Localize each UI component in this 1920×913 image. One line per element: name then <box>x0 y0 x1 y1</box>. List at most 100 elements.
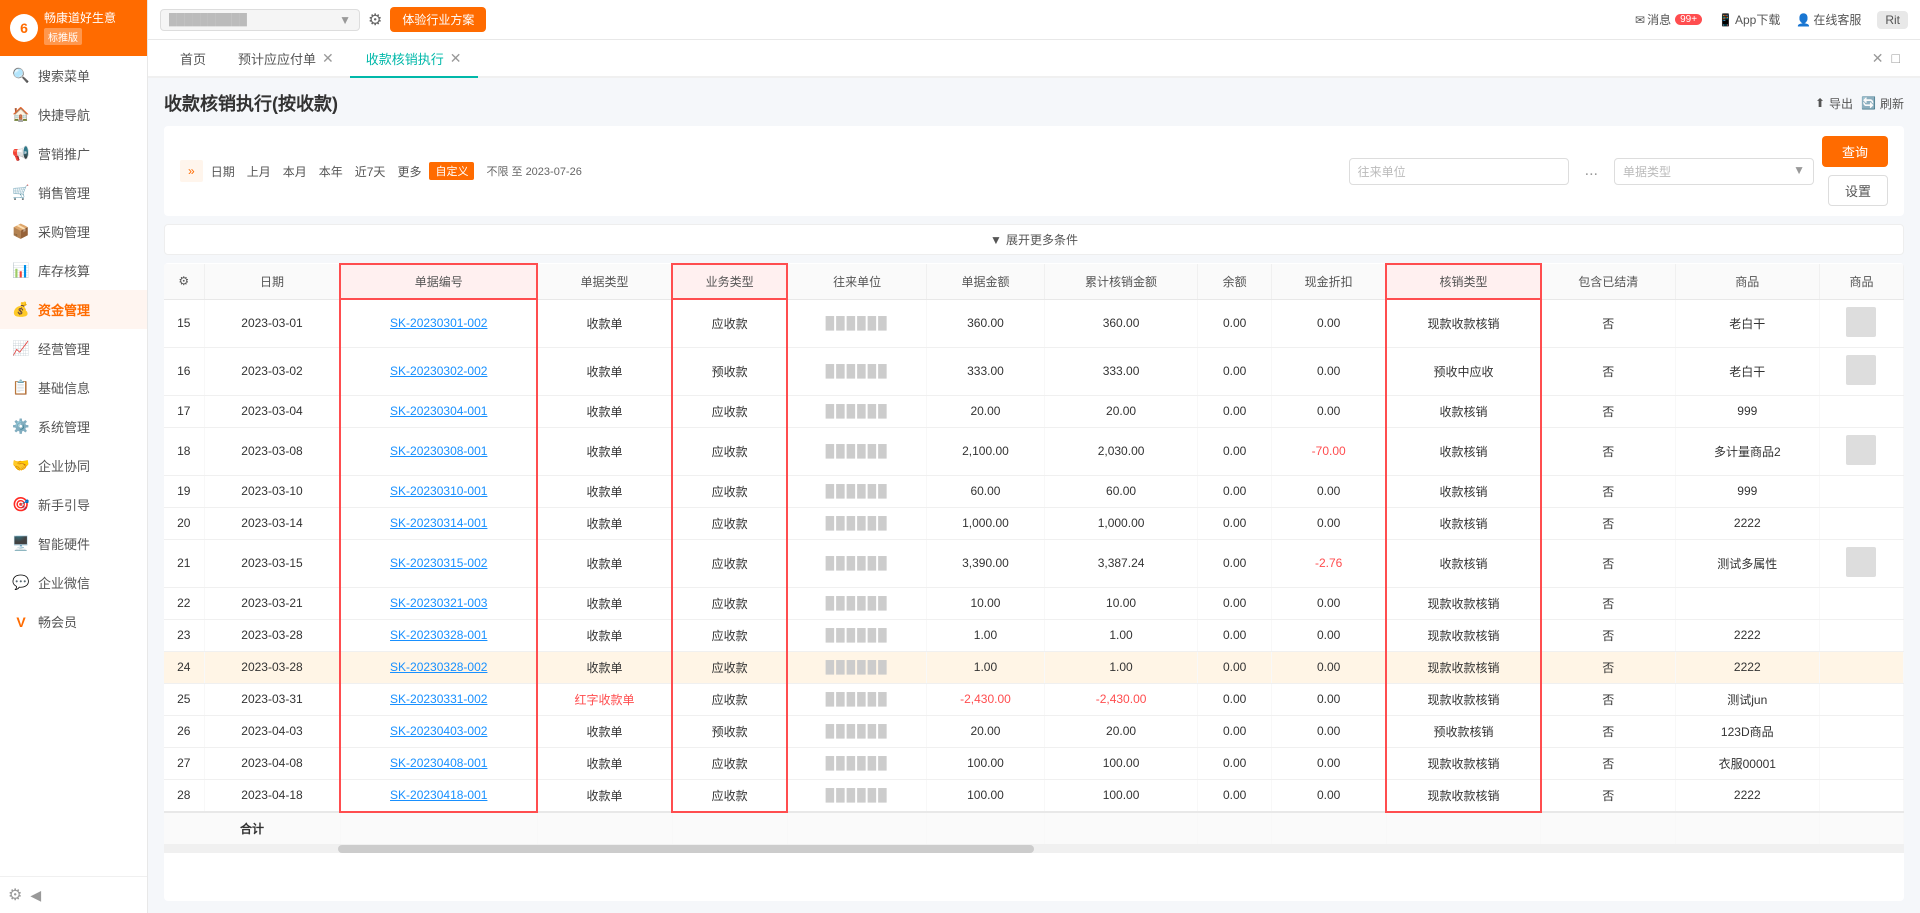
address-bar[interactable]: ██████████ ▼ <box>160 9 360 31</box>
th-settings[interactable]: ⚙ <box>164 264 204 299</box>
cell-bill-no[interactable]: SK-20230304-001 <box>340 395 537 427</box>
table-row[interactable]: 252023-03-31SK-20230331-002红字收款单应收款█████… <box>164 683 1904 715</box>
cell-bill-no[interactable]: SK-20230301-002 <box>340 299 537 347</box>
date-option-more[interactable]: 更多 <box>393 161 425 182</box>
horizontal-scrollbar[interactable] <box>164 845 1904 853</box>
table-row[interactable]: 192023-03-10SK-20230310-001收款单应收款██████6… <box>164 475 1904 507</box>
cell-bill-no[interactable]: SK-20230321-003 <box>340 587 537 619</box>
bill-no-link[interactable]: SK-20230304-001 <box>390 404 487 418</box>
date-option-7days[interactable]: 近7天 <box>351 161 390 182</box>
th-bill-type[interactable]: 单据类型 <box>537 264 672 299</box>
cell-bill-no[interactable]: SK-20230314-001 <box>340 507 537 539</box>
th-amount[interactable]: 单据金额 <box>926 264 1044 299</box>
table-row[interactable]: 172023-03-04SK-20230304-001收款单应收款██████2… <box>164 395 1904 427</box>
date-option-this-month[interactable]: 本月 <box>279 161 311 182</box>
bill-no-link[interactable]: SK-20230328-001 <box>390 628 487 642</box>
sidebar-item-enterprise[interactable]: 🤝 企业协同 <box>0 446 147 485</box>
query-button[interactable]: 查询 <box>1822 136 1888 167</box>
th-discount[interactable]: 现金折扣 <box>1272 264 1386 299</box>
sidebar-item-inventory[interactable]: 📊 库存核算 <box>0 251 147 290</box>
bill-no-link[interactable]: SK-20230308-001 <box>390 444 487 458</box>
cell-bill-no[interactable]: SK-20230331-002 <box>340 683 537 715</box>
th-goods[interactable]: 商品 <box>1675 264 1819 299</box>
tab-home[interactable]: 首页 <box>164 40 222 78</box>
sidebar-item-guide[interactable]: 🎯 新手引导 <box>0 485 147 524</box>
table-row[interactable]: 272023-04-08SK-20230408-001收款单应收款██████1… <box>164 747 1904 779</box>
bill-no-link[interactable]: SK-20230418-001 <box>390 788 487 802</box>
table-row[interactable]: 232023-03-28SK-20230328-001收款单应收款██████1… <box>164 619 1904 651</box>
date-option-this-year[interactable]: 本年 <box>315 161 347 182</box>
bill-no-link[interactable]: SK-20230301-002 <box>390 316 487 330</box>
table-row[interactable]: 242023-03-28SK-20230328-002收款单应收款██████1… <box>164 651 1904 683</box>
table-row[interactable]: 282023-04-18SK-20230418-001收款单应收款██████1… <box>164 779 1904 812</box>
table-row[interactable]: 202023-03-14SK-20230314-001收款单应收款██████1… <box>164 507 1904 539</box>
bill-type-select[interactable]: 单据类型 ▼ <box>1614 158 1814 185</box>
tab-prepay-close[interactable]: ✕ <box>322 50 334 67</box>
refresh-button[interactable]: 🔄 刷新 <box>1861 95 1904 112</box>
cell-bill-no[interactable]: SK-20230408-001 <box>340 747 537 779</box>
bill-no-link[interactable]: SK-20230314-001 <box>390 516 487 530</box>
bill-no-link[interactable]: SK-20230310-001 <box>390 484 487 498</box>
sidebar-item-system[interactable]: ⚙️ 系统管理 <box>0 407 147 446</box>
sidebar-item-finance[interactable]: 💰 资金管理 <box>0 290 147 329</box>
online-service-action[interactable]: 👤 在线客服 <box>1796 11 1861 28</box>
filter-toggle-button[interactable]: » <box>180 160 203 182</box>
th-verify-type[interactable]: 核销类型 <box>1386 264 1541 299</box>
gear-icon[interactable]: ⚙ <box>368 10 382 30</box>
date-option-last-month[interactable]: 上月 <box>243 161 275 182</box>
th-verified[interactable]: 累计核销金额 <box>1045 264 1198 299</box>
sidebar-item-sales[interactable]: 🛒 销售管理 <box>0 173 147 212</box>
bill-no-link[interactable]: SK-20230315-002 <box>390 556 487 570</box>
tab-receipt-close[interactable]: ✕ <box>450 50 462 67</box>
th-date[interactable]: 日期 <box>204 264 340 299</box>
cell-bill-no[interactable]: SK-20230315-002 <box>340 539 537 587</box>
settings-button[interactable]: 设置 <box>1828 175 1888 206</box>
sidebar-item-member[interactable]: V 畅会员 <box>0 602 147 641</box>
sidebar-item-basic[interactable]: 📋 基础信息 <box>0 368 147 407</box>
table-row[interactable]: 152023-03-01SK-20230301-002收款单应收款██████3… <box>164 299 1904 347</box>
sidebar-item-operation[interactable]: 📈 经营管理 <box>0 329 147 368</box>
expand-conditions-bar[interactable]: ▼ 展开更多条件 <box>164 224 1904 255</box>
sidebar-item-hardware[interactable]: 🖥️ 智能硬件 <box>0 524 147 563</box>
tab-prepay[interactable]: 预计应应付单 ✕ <box>222 40 350 78</box>
user-avatar[interactable]: Rit <box>1877 11 1908 29</box>
th-balance[interactable]: 余额 <box>1198 264 1272 299</box>
sidebar-item-quick-nav[interactable]: 🏠 快捷导航 <box>0 95 147 134</box>
tab-receipt-verify[interactable]: 收款核销执行 ✕ <box>350 40 478 78</box>
bill-no-link[interactable]: SK-20230321-003 <box>390 596 487 610</box>
industry-solution-button[interactable]: 体验行业方案 <box>390 7 486 32</box>
bill-no-link[interactable]: SK-20230331-002 <box>390 692 487 706</box>
th-bill-no[interactable]: 单据编号 <box>340 264 537 299</box>
message-action[interactable]: ✉ 消息 99+ <box>1635 11 1702 28</box>
th-biz-type[interactable]: 业务类型 <box>672 264 787 299</box>
table-row[interactable]: 262023-04-03SK-20230403-002收款单预收款██████2… <box>164 715 1904 747</box>
th-include-settled[interactable]: 包含已结清 <box>1541 264 1675 299</box>
cell-bill-no[interactable]: SK-20230308-001 <box>340 427 537 475</box>
cell-bill-no[interactable]: SK-20230328-001 <box>340 619 537 651</box>
cell-bill-no[interactable]: SK-20230302-002 <box>340 347 537 395</box>
cell-bill-no[interactable]: SK-20230403-002 <box>340 715 537 747</box>
cell-bill-no[interactable]: SK-20230328-002 <box>340 651 537 683</box>
table-row[interactable]: 182023-03-08SK-20230308-001收款单应收款██████2… <box>164 427 1904 475</box>
bill-no-link[interactable]: SK-20230408-001 <box>390 756 487 770</box>
table-row[interactable]: 212023-03-15SK-20230315-002收款单应收款██████3… <box>164 539 1904 587</box>
partner-input[interactable]: 往来单位 <box>1349 158 1569 185</box>
scrollbar-thumb[interactable] <box>338 845 1034 853</box>
settings-icon[interactable]: ⚙ <box>8 885 22 905</box>
export-button[interactable]: ⬆ 导出 <box>1815 95 1853 112</box>
bill-no-link[interactable]: SK-20230403-002 <box>390 724 487 738</box>
cell-bill-no[interactable]: SK-20230418-001 <box>340 779 537 812</box>
bill-no-link[interactable]: SK-20230328-002 <box>390 660 487 674</box>
th-goods2[interactable]: 商品 <box>1819 264 1903 299</box>
cell-bill-no[interactable]: SK-20230310-001 <box>340 475 537 507</box>
sidebar-item-purchase[interactable]: 📦 采购管理 <box>0 212 147 251</box>
custom-date-button[interactable]: 自定义 <box>429 162 474 180</box>
sidebar-item-search[interactable]: 🔍 搜索菜单 <box>0 56 147 95</box>
th-partner[interactable]: 往来单位 <box>787 264 926 299</box>
collapse-icon[interactable]: ◀ <box>30 887 41 904</box>
window-max-button[interactable]: □ <box>1888 50 1904 66</box>
table-row[interactable]: 222023-03-21SK-20230321-003收款单应收款██████1… <box>164 587 1904 619</box>
window-close-button[interactable]: ✕ <box>1868 50 1888 67</box>
sidebar-item-marketing[interactable]: 📢 营销推广 <box>0 134 147 173</box>
sidebar-item-wechat[interactable]: 💬 企业微信 <box>0 563 147 602</box>
